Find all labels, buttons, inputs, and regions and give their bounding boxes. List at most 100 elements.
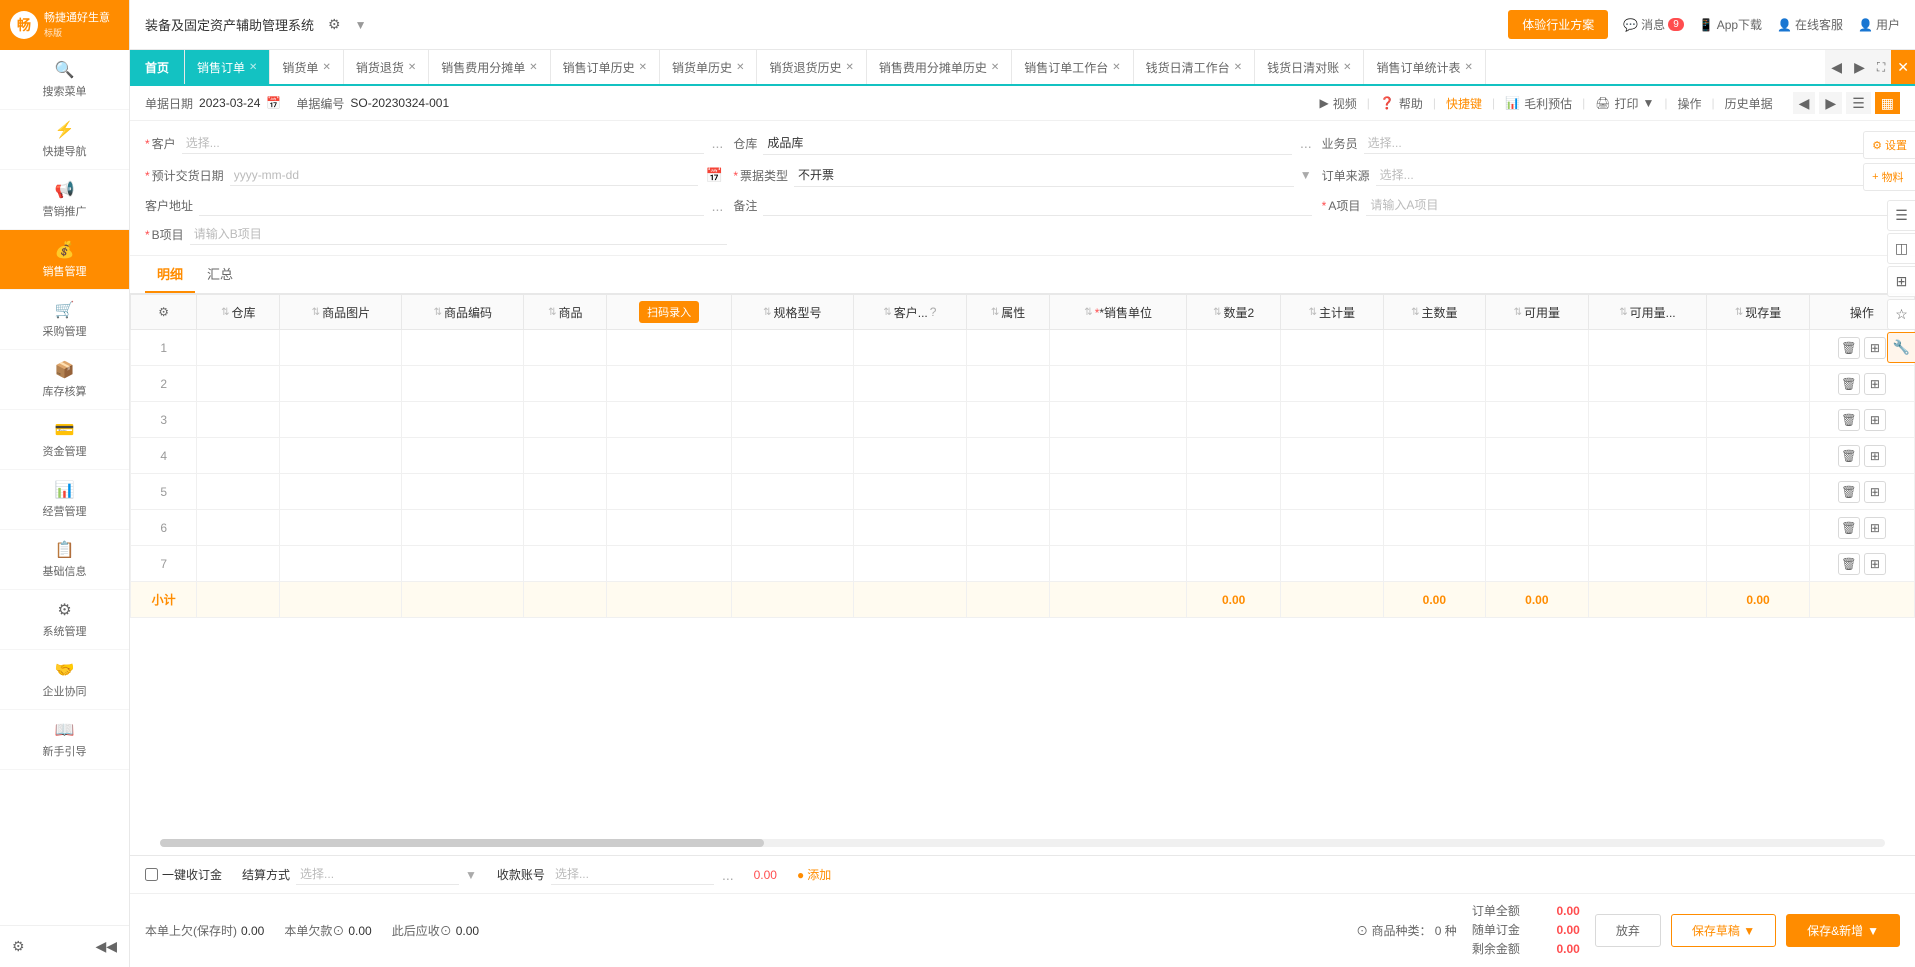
delete-btn-6[interactable]: 🗑 [1838,517,1860,539]
tab-close-3[interactable]: ✕ [408,62,416,73]
layout-float-button[interactable]: ☰ [1887,200,1915,231]
user-button[interactable]: 👤 用户 [1858,16,1900,33]
message-button[interactable]: 💬 消息 9 [1623,16,1684,33]
delete-btn-2[interactable]: 🗑 [1838,373,1860,395]
tab-6[interactable]: 销货单历史✕ [660,50,757,85]
sidebar-item-10[interactable]: 🤝企业协同 [0,650,129,710]
tab-close-7[interactable]: ✕ [845,62,853,73]
copy-btn-7[interactable]: ⊞ [1864,553,1886,575]
form-view-button[interactable]: ▦ [1875,92,1900,114]
tab-4[interactable]: 销售费用分摊单✕ [429,50,550,85]
sidebar-item-4[interactable]: 🛒采购管理 [0,290,129,350]
collapse-icon[interactable]: ◀◀ [91,934,121,959]
solution-button[interactable]: 体验行业方案 [1508,10,1608,39]
operation-button[interactable]: 操作 [1677,95,1701,112]
tab-0[interactable]: 首页 [130,50,185,85]
app-download-button[interactable]: 📱 App下载 [1699,16,1762,33]
copy-btn-1[interactable]: ⊞ [1864,337,1886,359]
record-next-button[interactable]: ▶ [1819,92,1842,114]
tab-close-5[interactable]: ✕ [639,62,647,73]
detail-tab-1[interactable]: 汇总 [195,256,245,293]
shortcut-button[interactable]: 快捷键 [1446,95,1482,112]
star-float-button[interactable]: ☆ [1887,299,1915,330]
delivery-calendar-icon[interactable]: 📅 [706,167,723,184]
tab-2[interactable]: 销货单✕ [270,50,343,85]
tab-close-9[interactable]: ✕ [1112,62,1120,73]
col-gear-button[interactable]: ⚙ [158,305,169,319]
sidebar-item-5[interactable]: 📦库存核算 [0,350,129,410]
project-a-input[interactable] [1366,195,1900,216]
sidebar-item-1[interactable]: ⚡快捷导航 [0,110,129,170]
tab-3[interactable]: 销货退货✕ [344,50,429,85]
invoice-dropdown-icon[interactable]: ▼ [1300,168,1312,182]
delete-btn-5[interactable]: 🗑 [1838,481,1860,503]
one-click-checkbox[interactable]: 一键收订金 [145,866,222,883]
order-source-input[interactable] [1376,165,1881,186]
calendar-icon[interactable]: 📅 [266,96,281,110]
customer-dots-icon[interactable]: ... [712,135,724,151]
scan-button[interactable]: 扫码录入 [639,301,699,323]
list-view-button[interactable]: ☰ [1846,92,1871,114]
add-materials-button[interactable]: + 物料 [1863,163,1915,191]
tab-1[interactable]: 销售订单✕ [185,50,270,85]
delete-btn-3[interactable]: 🗑 [1838,409,1860,431]
print-button[interactable]: 🖨 打印 ▼ [1595,95,1654,112]
one-click-checkbox-input[interactable] [145,868,158,881]
sidebar-item-2[interactable]: 📢营销推广 [0,170,129,230]
delivery-input[interactable] [230,165,698,186]
add-button[interactable]: ● 添加 [797,866,831,883]
account-dots-icon[interactable]: ... [722,867,734,883]
tab-close-11[interactable]: ✕ [1343,62,1351,73]
tab-close-10[interactable]: ✕ [1234,62,1242,73]
tab-close-1[interactable]: ✕ [249,62,257,73]
tab-close-8[interactable]: ✕ [991,62,999,73]
delete-btn-7[interactable]: 🗑 [1838,553,1860,575]
tab-5[interactable]: 销售订单历史✕ [551,50,660,85]
table-scrollbar[interactable] [130,831,1915,855]
record-prev-button[interactable]: ◀ [1793,92,1816,114]
address-dots-icon[interactable]: ... [712,198,724,214]
copy-btn-2[interactable]: ⊞ [1864,373,1886,395]
sidebar-item-8[interactable]: 📋基础信息 [0,530,129,590]
save-draft-button[interactable]: 保存草稿 ▼ [1671,914,1776,947]
discard-button[interactable]: 放弃 [1595,914,1661,947]
tab-11[interactable]: 钱货日清对账✕ [1255,50,1364,85]
detail-tab-0[interactable]: 明细 [145,256,195,293]
sidebar-item-9[interactable]: ⚙系统管理 [0,590,129,650]
warehouse-dots-icon[interactable]: ... [1300,135,1312,151]
delete-btn-4[interactable]: 🗑 [1838,445,1860,467]
sidebar-item-11[interactable]: 📖新手引导 [0,710,129,770]
view-button[interactable]: ▶ 视频 [1320,95,1357,112]
tool-float-button[interactable]: 🔧 [1887,332,1915,363]
copy-btn-5[interactable]: ⊞ [1864,481,1886,503]
tab-10[interactable]: 钱货日清工作台✕ [1134,50,1255,85]
tab-close-6[interactable]: ✕ [736,62,744,73]
tab-next-button[interactable]: ▶ [1848,50,1871,85]
sidebar-item-0[interactable]: 🔍搜索菜单 [0,50,129,110]
online-service-button[interactable]: 👤 在线客服 [1777,16,1843,33]
tab-close-all-button[interactable]: ✕ [1891,50,1915,85]
settings-icon[interactable]: ⚙ [8,934,29,959]
system-settings-icon[interactable]: ⚙ [324,12,345,37]
settings-button[interactable]: ⚙ 设置 [1863,131,1915,159]
tab-close-12[interactable]: ✕ [1465,62,1473,73]
delete-btn-1[interactable]: 🗑 [1838,337,1860,359]
address-input[interactable] [199,195,704,216]
copy-btn-3[interactable]: ⊞ [1864,409,1886,431]
tab-close-4[interactable]: ✕ [529,62,537,73]
tab-close-2[interactable]: ✕ [322,62,330,73]
tab-12[interactable]: 销售订单统计表✕ [1364,50,1485,85]
sidebar-item-6[interactable]: 💳资金管理 [0,410,129,470]
project-b-input[interactable] [190,224,727,245]
history-button[interactable]: 历史单据 [1725,95,1773,112]
tab-fullscreen-button[interactable]: ⛶ [1871,50,1891,85]
copy-btn-4[interactable]: ⊞ [1864,445,1886,467]
tab-9[interactable]: 销售订单工作台✕ [1012,50,1133,85]
tab-8[interactable]: 销售费用分摊单历史✕ [867,50,1012,85]
save-new-button[interactable]: 保存&新增 ▼ [1786,914,1900,947]
payment-input[interactable] [296,864,459,885]
tab-7[interactable]: 销货退货历史✕ [757,50,866,85]
staff-input[interactable] [1364,133,1881,154]
tab-prev-button[interactable]: ◀ [1825,50,1848,85]
product-type-icon[interactable]: ⊙ [1356,924,1368,938]
